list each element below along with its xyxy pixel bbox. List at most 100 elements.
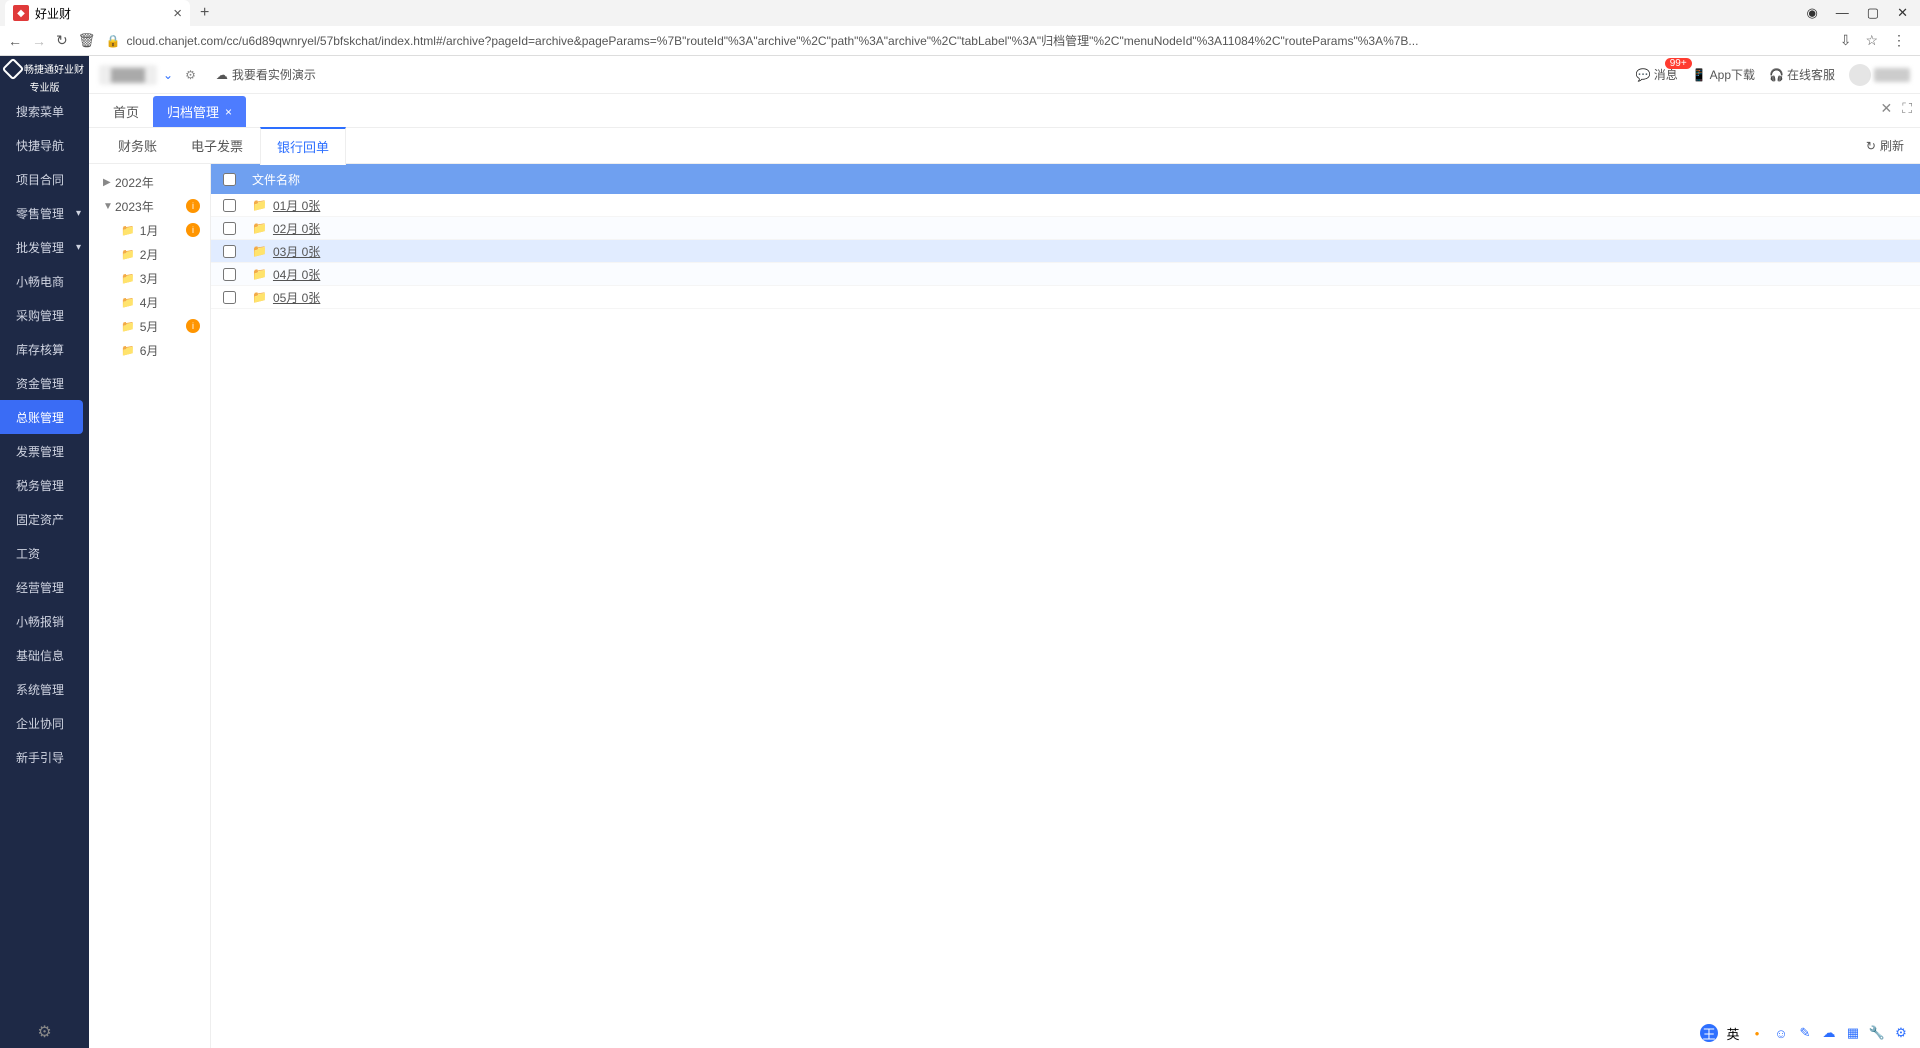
file-name-link[interactable]: 01月 0张 [273, 197, 320, 214]
sub-tabs: 财务账电子发票银行回单 ↻ 刷新 [89, 128, 1920, 164]
url-bar[interactable]: 🔒 cloud.chanjet.com/cc/u6d89qwnryel/57bf… [106, 29, 1830, 53]
tree-month-0[interactable]: 📁1月i [89, 218, 210, 242]
ime-edit-icon[interactable]: ✎ [1796, 1024, 1814, 1042]
app-download-button[interactable]: 📱 App下载 [1692, 66, 1755, 83]
sidebar-item-13[interactable]: 工资 [0, 536, 89, 570]
folder-icon: 📁 [121, 272, 135, 285]
tree-year-1[interactable]: ▼2023年i [89, 194, 210, 218]
settings-gear-icon[interactable]: ⚙ [0, 1016, 89, 1048]
row-checkbox[interactable] [223, 199, 236, 212]
star-icon[interactable]: ☆ [1865, 32, 1878, 49]
menu-icon[interactable]: ⋮ [1892, 32, 1906, 49]
back-icon[interactable]: ← [8, 33, 22, 49]
ime-lang[interactable]: 英 [1724, 1024, 1742, 1042]
page-tabs: 首页归档管理 × ✕ ⛶ [89, 94, 1920, 128]
minimize-icon[interactable]: — [1836, 5, 1849, 21]
forward-icon: → [32, 33, 46, 49]
demo-link[interactable]: ☁ 我要看实例演示 [216, 66, 316, 83]
close-all-tabs-icon[interactable]: ✕ [1880, 100, 1892, 117]
ime-tool-icon[interactable]: 🔧 [1868, 1024, 1886, 1042]
tree-month-2[interactable]: 📁3月 [89, 266, 210, 290]
sidebar-item-19[interactable]: 新手引导 [0, 740, 89, 774]
reload-icon[interactable]: ↻ [56, 32, 68, 49]
messages-button[interactable]: 💬 消息 99+ [1636, 66, 1678, 83]
file-row-4[interactable]: 📁05月 0张 [211, 286, 1920, 309]
new-tab-icon[interactable]: + [200, 4, 209, 22]
sidebar-item-0[interactable]: 搜索菜单 [0, 94, 89, 128]
file-row-3[interactable]: 📁04月 0张 [211, 263, 1920, 286]
browser-tab-bar: ◆ 好业财 × + ◉ — ▢ ✕ [0, 0, 1920, 26]
fullscreen-icon[interactable]: ⛶ [1902, 100, 1912, 117]
close-icon[interactable]: × [225, 105, 232, 119]
sidebar-item-10[interactable]: 发票管理 [0, 434, 89, 468]
row-checkbox[interactable] [223, 222, 236, 235]
sidebar-item-label: 总账管理 [16, 409, 64, 426]
sidebar-item-3[interactable]: 零售管理▾ [0, 196, 89, 230]
file-name-link[interactable]: 05月 0张 [273, 289, 320, 306]
shield-icon[interactable]: ◉ [1806, 5, 1817, 21]
column-header-filename: 文件名称 [252, 171, 300, 188]
file-name-link[interactable]: 03月 0张 [273, 243, 320, 260]
window-controls: ◉ — ▢ ✕ [1806, 5, 1920, 21]
sub-tab-0[interactable]: 财务账 [101, 127, 174, 164]
file-name-link[interactable]: 02月 0张 [273, 220, 320, 237]
sidebar-item-label: 固定资产 [16, 511, 64, 528]
ime-cloud-icon[interactable]: ☁ [1820, 1024, 1838, 1042]
ime-emoji-icon[interactable]: ☺ [1772, 1024, 1790, 1042]
ime-panel-icon[interactable]: ▦ [1844, 1024, 1862, 1042]
row-checkbox[interactable] [223, 268, 236, 281]
sidebar-item-5[interactable]: 小畅电商 [0, 264, 89, 298]
browser-tab[interactable]: ◆ 好业财 × [5, 0, 190, 26]
sidebar-item-16[interactable]: 基础信息 [0, 638, 89, 672]
sub-tab-1[interactable]: 电子发票 [174, 127, 260, 164]
maximize-icon[interactable]: ▢ [1867, 5, 1879, 21]
select-all-checkbox[interactable] [223, 173, 236, 186]
sidebar-item-9[interactable]: 总账管理 [0, 400, 83, 434]
sidebar-item-8[interactable]: 资金管理 [0, 366, 89, 400]
sidebar-item-15[interactable]: 小畅报销 [0, 604, 89, 638]
ime-punct-icon[interactable]: • [1748, 1024, 1766, 1042]
gear-icon[interactable]: ⚙ [185, 68, 196, 82]
sidebar-item-label: 项目合同 [16, 171, 64, 188]
close-window-icon[interactable]: ✕ [1897, 5, 1908, 21]
tree-month-5[interactable]: 📁6月 [89, 338, 210, 362]
sidebar-item-7[interactable]: 库存核算 [0, 332, 89, 366]
online-service-button[interactable]: 🎧 在线客服 [1769, 66, 1835, 83]
row-checkbox[interactable] [223, 291, 236, 304]
sidebar-item-6[interactable]: 采购管理 [0, 298, 89, 332]
user-menu[interactable] [1849, 64, 1910, 86]
page-tab-0[interactable]: 首页 [99, 96, 153, 127]
file-row-2[interactable]: 📁03月 0张 [211, 240, 1920, 263]
list-header: 文件名称 [211, 164, 1920, 194]
trash-icon[interactable]: 🗑 [78, 32, 96, 49]
cloud-icon: ☁ [216, 68, 228, 82]
logo-subtitle: 专业版 [30, 79, 60, 94]
ime-settings-icon[interactable]: ⚙ [1892, 1024, 1910, 1042]
refresh-button[interactable]: ↻ 刷新 [1866, 137, 1904, 154]
sidebar-item-4[interactable]: 批发管理▾ [0, 230, 89, 264]
sidebar-item-17[interactable]: 系统管理 [0, 672, 89, 706]
tab-close-icon[interactable]: × [173, 5, 182, 22]
file-row-1[interactable]: 📁02月 0张 [211, 217, 1920, 240]
sidebar-item-label: 企业协同 [16, 715, 64, 732]
tree-month-1[interactable]: 📁2月 [89, 242, 210, 266]
tree-month-4[interactable]: 📁5月i [89, 314, 210, 338]
tree-month-3[interactable]: 📁4月 [89, 290, 210, 314]
page-tab-1[interactable]: 归档管理 × [153, 96, 246, 127]
org-selector[interactable]: ████ ⌄ ⚙ [99, 65, 196, 85]
sidebar-item-1[interactable]: 快捷导航 [0, 128, 89, 162]
file-row-0[interactable]: 📁01月 0张 [211, 194, 1920, 217]
sidebar-item-12[interactable]: 固定资产 [0, 502, 89, 536]
chevron-down-icon: ⌄ [163, 68, 173, 82]
sidebar-item-14[interactable]: 经营管理 [0, 570, 89, 604]
sidebar-item-2[interactable]: 项目合同 [0, 162, 89, 196]
install-icon[interactable]: ⇩ [1840, 32, 1852, 49]
sidebar-item-18[interactable]: 企业协同 [0, 706, 89, 740]
page-tab-label: 归档管理 [167, 102, 219, 121]
file-name-link[interactable]: 04月 0张 [273, 266, 320, 283]
sidebar-item-11[interactable]: 税务管理 [0, 468, 89, 502]
ime-badge-icon[interactable]: 王 [1700, 1024, 1718, 1042]
tree-year-0[interactable]: ▶2022年 [89, 170, 210, 194]
row-checkbox[interactable] [223, 245, 236, 258]
sub-tab-2[interactable]: 银行回单 [260, 127, 346, 165]
